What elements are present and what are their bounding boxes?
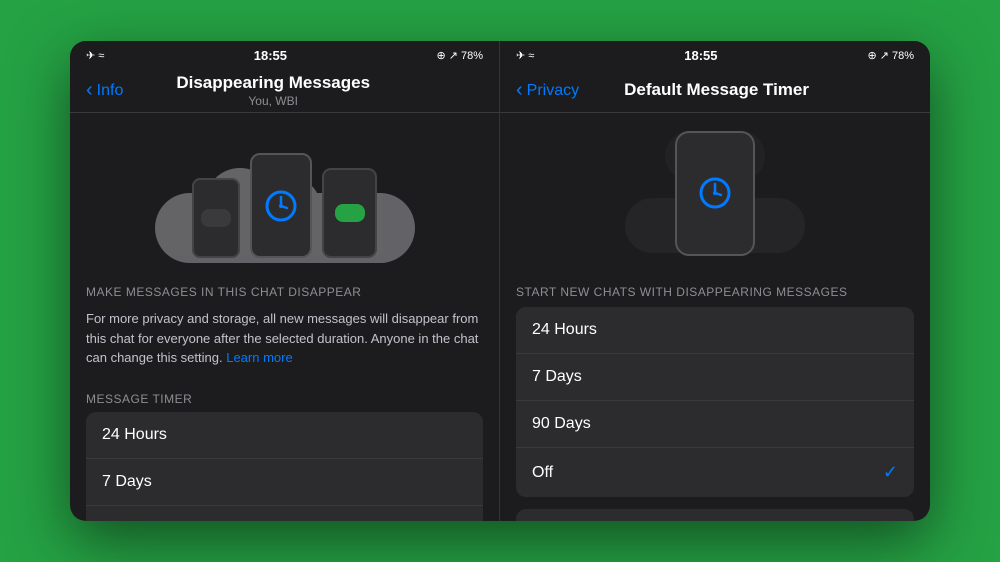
left-back-button[interactable]: ‹ Info	[86, 79, 123, 102]
left-phone-left	[192, 178, 240, 258]
left-item-24h[interactable]: 24 Hours	[86, 412, 483, 459]
right-timer-icon	[698, 176, 732, 210]
right-item-off-label: Off	[532, 464, 553, 482]
right-item-7days-label: 7 Days	[532, 368, 582, 386]
right-status-icons: ✈ ≈	[516, 49, 534, 62]
right-item-7days[interactable]: 7 Days	[516, 354, 914, 401]
left-phone-group	[192, 153, 377, 258]
right-item-off[interactable]: Off ✓	[516, 448, 914, 497]
left-content-area: MAKE MESSAGES IN THIS CHAT DISAPPEAR For…	[70, 273, 499, 521]
right-nav-title-group: Default Message Timer	[579, 80, 854, 100]
right-status-right: ⊕ ↗ 78%	[867, 49, 914, 62]
left-item-7days-label: 7 Days	[102, 473, 152, 491]
left-timer-icon	[264, 189, 298, 223]
right-phone	[675, 131, 755, 256]
left-section-header: MAKE MESSAGES IN THIS CHAT DISAPPEAR	[70, 273, 499, 305]
right-content-area: START NEW CHATS WITH DISAPPEARING MESSAG…	[500, 273, 930, 521]
right-status-bar: ✈ ≈ 18:55 ⊕ ↗ 78%	[500, 41, 930, 69]
left-phone-right	[322, 168, 377, 258]
right-item-24h-label: 24 Hours	[532, 321, 597, 339]
right-item-90days-label: 90 Days	[532, 415, 591, 433]
right-status-time: 18:55	[684, 48, 717, 63]
right-dropdown-menu: 24 Hours 7 Days 90 Days Off ✓	[516, 307, 914, 497]
right-nav-title: Default Message Timer	[579, 80, 854, 100]
left-item-7days[interactable]: 7 Days	[86, 459, 483, 506]
left-status-time: 18:55	[254, 48, 287, 63]
left-item-90days[interactable]: 90 Days	[86, 506, 483, 522]
right-item-24h[interactable]: 24 Hours	[516, 307, 914, 354]
left-item-24h-label: 24 Hours	[102, 426, 167, 444]
left-nav-title-group: Disappearing Messages You, WBI	[123, 73, 423, 107]
right-hero-area	[500, 113, 930, 273]
left-nav-subtitle: You, WBI	[123, 94, 423, 108]
left-chat-bubble	[201, 209, 231, 227]
right-nav-bar: ‹ Privacy Default Message Timer	[500, 69, 930, 113]
right-item-90days[interactable]: 90 Days	[516, 401, 914, 448]
left-back-arrow: ‹	[86, 79, 93, 102]
left-description: For more privacy and storage, all new me…	[70, 305, 499, 380]
right-section-label: START NEW CHATS WITH DISAPPEARING MESSAG…	[500, 273, 930, 307]
right-back-label[interactable]: Privacy	[527, 82, 579, 100]
left-status-right: ⊕ ↗ 78%	[436, 49, 483, 62]
left-nav-title: Disappearing Messages	[123, 73, 423, 93]
left-back-label[interactable]: Info	[97, 82, 124, 100]
right-checkmark: ✓	[883, 462, 898, 483]
right-status-left: ✈ ≈	[516, 49, 534, 62]
left-item-90days-label: 90 Days	[102, 520, 161, 522]
left-status-battery: ⊕ ↗ 78%	[436, 49, 483, 62]
left-phone-center	[250, 153, 312, 258]
right-info-box: When enabled, all new individual chats w…	[516, 509, 914, 521]
right-hero-container	[605, 123, 825, 263]
left-chat-bubble-green	[335, 204, 365, 222]
left-status-icons: ✈ ≈	[86, 49, 104, 62]
left-status-left: ✈ ≈	[86, 49, 104, 62]
left-timer-label: MESSAGE TIMER	[70, 380, 499, 412]
right-status-battery: ⊕ ↗ 78%	[867, 49, 914, 62]
left-nav-bar: ‹ Info Disappearing Messages You, WBI	[70, 69, 499, 113]
left-list-section: 24 Hours 7 Days 90 Days	[86, 412, 483, 522]
left-hero-area	[70, 113, 499, 273]
right-back-button[interactable]: ‹ Privacy	[516, 79, 579, 102]
left-status-bar: ✈ ≈ 18:55 ⊕ ↗ 78%	[70, 41, 499, 69]
right-back-arrow: ‹	[516, 79, 523, 102]
left-learn-more[interactable]: Learn more	[226, 350, 292, 365]
